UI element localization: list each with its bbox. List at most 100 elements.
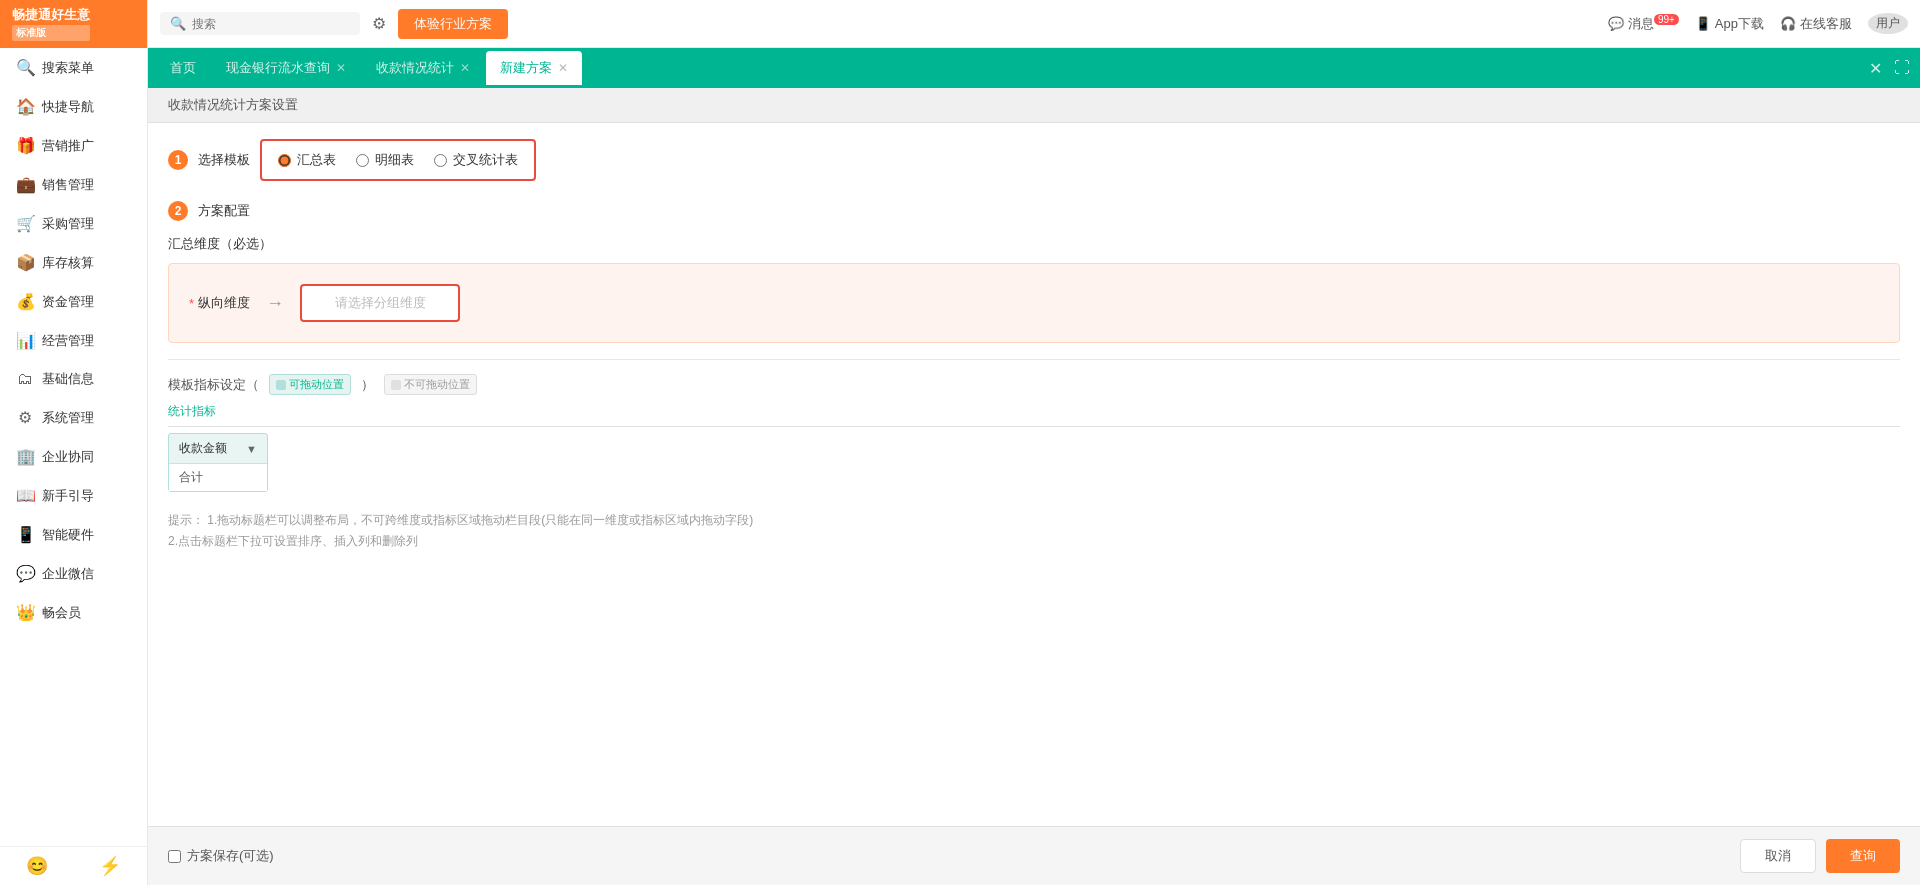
sidebar-item-basic-info[interactable]: 🗂基础信息 [0,360,147,398]
expand-icon[interactable]: ⛶ [1892,57,1912,80]
template-select-box: 汇总表 明细表 交叉统计表 [260,139,536,181]
sidebar-items-container: 🔍 搜索菜单 🏠快捷导航🎁营销推广💼销售管理🛒采购管理 📦 库存核算 💰资金管理 📊 经营管理… [0,48,147,632]
sidebar-icon-enterprise: 🏢 [16,447,34,466]
sidebar-label-marketing: 营销推广 [42,137,94,155]
industry-btn[interactable]: 体验行业方案 [398,9,508,39]
app-download-btn[interactable]: 📱 App下载 [1695,15,1764,33]
tab-close-receipt-stats[interactable]: ✕ [460,61,470,75]
sidebar-icon-guide: 📖 [16,486,34,505]
sidebar-item-sales[interactable]: 💼销售管理 [0,165,147,204]
online-service-btn[interactable]: 🎧 在线客服 [1780,15,1852,33]
vertical-dim-label: * 纵向维度 [189,294,250,312]
tab-close-bank-flow[interactable]: ✕ [336,61,346,75]
sidebar-label-member: 畅会员 [42,604,81,622]
sidebar-item-wechat[interactable]: 💬企业微信 [0,554,147,593]
dimension-sub-title: 汇总维度（必选） [168,235,1900,253]
close-window-icon[interactable]: ✕ [1867,57,1884,80]
sidebar-item-search[interactable]: 🔍 搜索菜单 [0,48,147,87]
app-icon: 📱 [1695,16,1711,31]
sidebar-label-operations: 经营管理 [42,332,94,350]
notification-btn[interactable]: 💬 消息 99+ [1608,15,1679,33]
save-label: 方案保存(可选) [187,847,274,865]
topbar: 🔍 ⚙ 体验行业方案 💬 消息 99+ 📱 App下载 🎧 在线客服 用户 [148,0,1920,48]
sidebar-label-wechat: 企业微信 [42,565,94,583]
sidebar-label-guide: 新手引导 [42,487,94,505]
sidebar-icon-member: 👑 [16,603,34,622]
sidebar-label-inventory: 库存核算 [42,254,94,272]
sidebar-item-quick-nav[interactable]: 🏠快捷导航 [0,87,147,126]
radio-detail-label: 明细表 [375,151,414,169]
tab-label-new-plan: 新建方案 [500,59,552,77]
sidebar-label-sales: 销售管理 [42,176,94,194]
sidebar-bottom-icon2[interactable]: ⚡ [99,855,121,877]
radio-summary[interactable]: 汇总表 [278,151,336,169]
step2-title: 方案配置 [198,202,250,220]
sidebar-item-purchase[interactable]: 🛒采购管理 [0,204,147,243]
tab-home[interactable]: 首页 [156,51,210,85]
step2-number: 2 [168,201,188,221]
metrics-section: 模板指标设定（ 可拖动位置 ） 不可拖动位置 [168,359,1900,492]
tab-new-plan[interactable]: 新建方案 ✕ [486,51,582,85]
sidebar-item-funds[interactable]: 💰资金管理 [0,282,147,321]
radio-detail-input[interactable] [356,154,369,167]
page-title: 收款情况统计方案设置 [148,88,1920,123]
sidebar-item-marketing[interactable]: 🎁营销推广 [0,126,147,165]
version-badge: 标准版 [12,25,90,41]
sidebar-item-smart-hw[interactable]: 📱智能硬件 [0,515,147,554]
tip-line-1: 提示： 1.拖动标题栏可以调整布局，不可跨维度或指标区域拖动栏目段(只能在同一维… [168,512,1900,529]
sidebar-item-inventory[interactable]: 📦 库存核算 [0,243,147,282]
save-checkbox[interactable] [168,850,181,863]
logo-text: 畅捷通好生意 [12,7,90,23]
sidebar-icon-purchase: 🛒 [16,214,34,233]
sidebar-icon-operations: 📊 [16,331,34,350]
sidebar-icon-funds: 💰 [16,292,34,311]
dimension-area: * 纵向维度 → 请选择分组维度 [168,263,1900,343]
footer-actions: 取消 查询 [1740,839,1900,873]
step1-title: 选择模板 [198,151,250,169]
sidebar: 畅捷通好生意 标准版 🔍 搜索菜单 🏠快捷导航🎁营销推广💼销售管理🛒采购管理 📦 库存核… [0,0,148,885]
tab-close-new-plan[interactable]: ✕ [558,61,568,75]
tab-receipt-stats[interactable]: 收款情况统计✕ [362,51,484,85]
step2-header: 2 方案配置 [168,201,1900,221]
save-option[interactable]: 方案保存(可选) [168,847,274,865]
radio-crosstab-input[interactable] [434,154,447,167]
tab-label-bank-flow: 现金银行流水查询 [226,59,330,77]
stats-item-row: 合计 [169,464,267,491]
sidebar-label-search: 搜索菜单 [42,59,94,77]
sidebar-bottom-icon1[interactable]: 😊 [26,855,48,877]
radio-summary-input[interactable] [278,154,291,167]
tabbar: 首页现金银行流水查询✕收款情况统计✕新建方案✕ ✕ ⛶ [148,48,1920,88]
radio-detail[interactable]: 明细表 [356,151,414,169]
tip-line-2: 2.点击标题栏下拉可设置排序、插入列和删除列 [168,533,1900,550]
tab-bank-flow[interactable]: 现金银行流水查询 ✕ [212,51,360,85]
sidebar-item-system[interactable]: ⚙系统管理 [0,398,147,437]
dimension-select-box[interactable]: 请选择分组维度 [300,284,460,322]
required-mark: * [189,296,194,311]
radio-crosstab-label: 交叉统计表 [453,151,518,169]
dimension-row: * 纵向维度 → 请选择分组维度 [189,284,1879,322]
service-icon: 🎧 [1780,16,1796,31]
search-box[interactable]: 🔍 [160,12,360,35]
settings-icon[interactable]: ⚙ [372,14,386,33]
cancel-button[interactable]: 取消 [1740,839,1816,873]
non-draggable-tag: 不可拖动位置 [384,374,477,395]
sidebar-item-operations[interactable]: 📊 经营管理 [0,321,147,360]
user-avatar[interactable]: 用户 [1868,13,1908,34]
notification-badge: 99+ [1654,14,1679,25]
sidebar-icon-inventory: 📦 [16,253,34,272]
search-input[interactable] [192,17,332,31]
radio-crosstab[interactable]: 交叉统计表 [434,151,518,169]
stats-item-header[interactable]: 收款金额 ▼ [169,434,267,464]
tab-label-home: 首页 [170,59,196,77]
sidebar-icon-search: 🔍 [16,58,34,77]
sidebar-item-enterprise[interactable]: 🏢企业协同 [0,437,147,476]
step1-number: 1 [168,150,188,170]
dropdown-icon[interactable]: ▼ [246,443,257,455]
sidebar-item-member[interactable]: 👑 畅会员 [0,593,147,632]
config-section: 汇总维度（必选） * 纵向维度 → 请选择分组维度 [168,235,1900,550]
query-button[interactable]: 查询 [1826,839,1900,873]
step1-section: 1 选择模板 汇总表 明细表 交叉统计表 [168,139,1900,181]
tips-section: 提示： 1.拖动标题栏可以调整布局，不可跨维度或指标区域拖动栏目段(只能在同一维… [168,512,1900,550]
sidebar-item-guide[interactable]: 📖 新手引导 [0,476,147,515]
sidebar-label-smart-hw: 智能硬件 [42,526,94,544]
